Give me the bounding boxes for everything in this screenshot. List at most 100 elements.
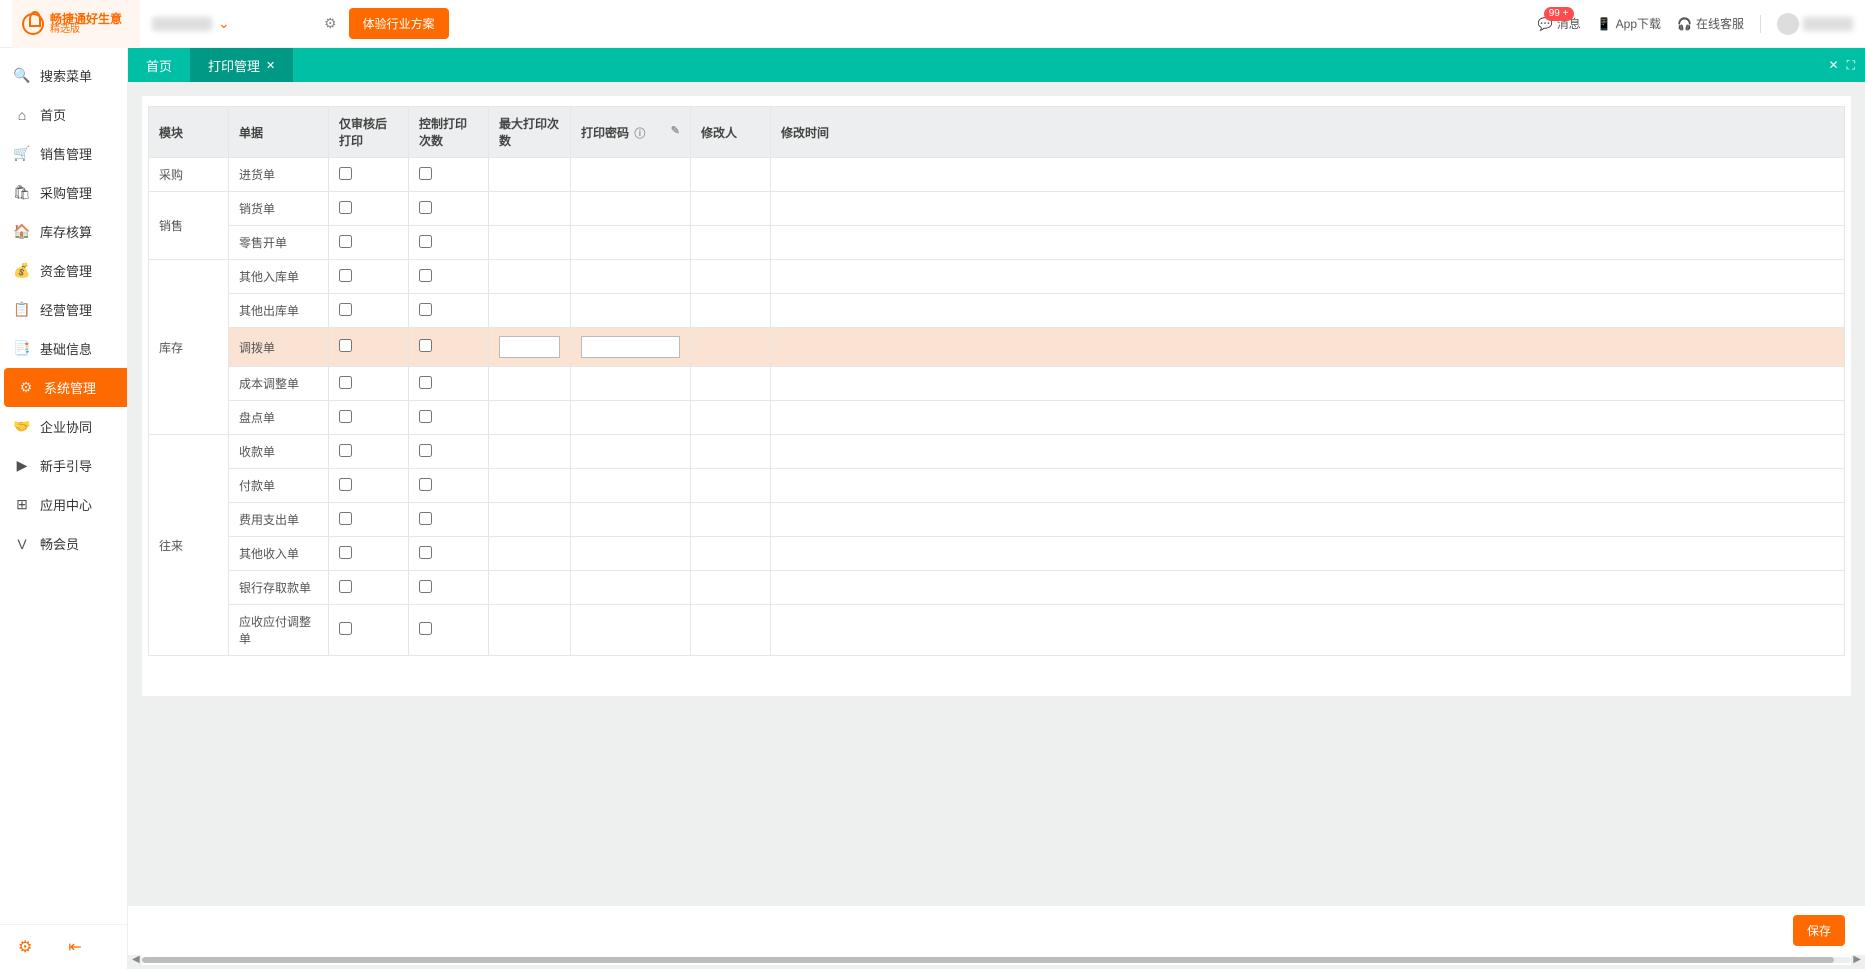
ctrl-count-checkbox[interactable] [419, 512, 432, 525]
baseinfo-icon: 📑 [14, 341, 30, 357]
user-menu[interactable] [1777, 13, 1853, 35]
chevron-down-icon: ⌄ [218, 15, 230, 32]
print-pwd-cell [571, 328, 691, 367]
max-count-cell [489, 367, 571, 401]
audit-print-checkbox[interactable] [339, 478, 352, 491]
audit-print-cell [329, 571, 409, 605]
audit-print-checkbox[interactable] [339, 339, 352, 352]
edit-icon[interactable]: ✎ [671, 124, 680, 137]
close-all-icon[interactable]: ✕ [1829, 58, 1839, 72]
ctrl-count-checkbox[interactable] [419, 303, 432, 316]
sidebar-item-collab[interactable]: 🤝企业协同 [0, 407, 127, 446]
scroll-thumb[interactable] [142, 957, 1834, 963]
print-pwd-cell [571, 294, 691, 328]
audit-print-checkbox[interactable] [339, 235, 352, 248]
max-count-input[interactable] [499, 336, 560, 358]
doc-cell: 费用支出单 [229, 503, 329, 537]
gear-icon[interactable]: ⚙ [324, 15, 337, 32]
save-button[interactable]: 保存 [1793, 915, 1845, 946]
ctrl-count-cell [409, 192, 489, 226]
ctrl-count-checkbox[interactable] [419, 444, 432, 457]
sidebar-item-label: 搜索菜单 [40, 66, 92, 85]
print-pwd-input[interactable] [581, 336, 680, 358]
ctrl-count-checkbox[interactable] [419, 376, 432, 389]
ctrl-count-checkbox[interactable] [419, 167, 432, 180]
messages-button[interactable]: 💬 99 + 消息 [1538, 15, 1581, 32]
sidebar-item-appcenter[interactable]: ⊞应用中心 [0, 485, 127, 524]
ctrl-count-cell [409, 367, 489, 401]
ctrl-count-checkbox[interactable] [419, 478, 432, 491]
ctrl-count-cell [409, 158, 489, 192]
ctrl-count-cell [409, 537, 489, 571]
audit-print-cell [329, 537, 409, 571]
scroll-left-icon[interactable]: ◀ [132, 954, 140, 965]
settings-icon[interactable]: ⚙ [18, 937, 32, 957]
sidebar-item-inventory[interactable]: 🏠库存核算 [0, 212, 127, 251]
audit-print-checkbox[interactable] [339, 622, 352, 635]
ctrl-count-checkbox[interactable] [419, 269, 432, 282]
print-pwd-cell [571, 226, 691, 260]
table-row: 其他出库单 [149, 294, 1845, 328]
body: 🔍搜索菜单⌂首页🛒销售管理🛍采购管理🏠库存核算💰资金管理📋经营管理📑基础信息⚙系… [0, 48, 1865, 969]
sidebar-item-member[interactable]: V畅会员 [0, 524, 127, 563]
ctrl-count-checkbox[interactable] [419, 622, 432, 635]
audit-print-checkbox[interactable] [339, 201, 352, 214]
industry-plan-button[interactable]: 体验行业方案 [349, 8, 449, 39]
sidebar-item-baseinfo[interactable]: 📑基础信息 [0, 329, 127, 368]
audit-print-checkbox[interactable] [339, 167, 352, 180]
audit-print-checkbox[interactable] [339, 410, 352, 423]
ctrl-count-cell [409, 328, 489, 367]
audit-print-cell [329, 294, 409, 328]
audit-print-checkbox[interactable] [339, 376, 352, 389]
collapse-icon[interactable]: ⇤ [68, 937, 81, 957]
horizontal-scrollbar[interactable]: ◀ ▶ [142, 955, 1851, 965]
max-count-cell [489, 226, 571, 260]
tab-首页[interactable]: 首页 [128, 48, 190, 82]
sidebar-item-funds[interactable]: 💰资金管理 [0, 251, 127, 290]
online-service-button[interactable]: 🎧 在线客服 [1677, 15, 1744, 32]
doc-cell: 应收应付调整单 [229, 605, 329, 656]
scroll-right-icon[interactable]: ▶ [1853, 954, 1861, 965]
sidebar-item-system[interactable]: ⚙系统管理 [4, 368, 127, 407]
ctrl-count-cell [409, 503, 489, 537]
audit-print-checkbox[interactable] [339, 512, 352, 525]
col-mod-time: 修改时间 [771, 107, 1845, 158]
tab-打印管理[interactable]: 打印管理✕ [190, 48, 293, 82]
audit-print-checkbox[interactable] [339, 269, 352, 282]
ctrl-count-checkbox[interactable] [419, 339, 432, 352]
modifier-cell [691, 367, 771, 401]
org-selector[interactable]: ⌄ [152, 15, 312, 32]
funds-icon: 💰 [14, 263, 30, 279]
sidebar-item-label: 畅会员 [40, 534, 79, 553]
online-service-label: 在线客服 [1696, 15, 1744, 32]
ctrl-count-cell [409, 226, 489, 260]
sidebar-item-search-menu[interactable]: 🔍搜索菜单 [0, 56, 127, 95]
audit-print-checkbox[interactable] [339, 580, 352, 593]
sidebar-item-guide[interactable]: ▶新手引导 [0, 446, 127, 485]
guide-icon: ▶ [14, 458, 30, 474]
sidebar-item-sales[interactable]: 🛒销售管理 [0, 134, 127, 173]
audit-print-checkbox[interactable] [339, 444, 352, 457]
audit-print-checkbox[interactable] [339, 303, 352, 316]
app-download-button[interactable]: 📱 App下载 [1597, 15, 1661, 32]
ctrl-count-checkbox[interactable] [419, 235, 432, 248]
doc-cell: 其他出库单 [229, 294, 329, 328]
close-icon[interactable]: ✕ [266, 59, 275, 72]
appcenter-icon: ⊞ [14, 497, 30, 513]
system-icon: ⚙ [18, 380, 34, 396]
audit-print-checkbox[interactable] [339, 546, 352, 559]
ctrl-count-checkbox[interactable] [419, 201, 432, 214]
ctrl-count-checkbox[interactable] [419, 546, 432, 559]
sidebar-item-home[interactable]: ⌂首页 [0, 95, 127, 134]
modifier-cell [691, 328, 771, 367]
sidebar-item-label: 采购管理 [40, 183, 92, 202]
ctrl-count-checkbox[interactable] [419, 410, 432, 423]
app-download-label: App下载 [1616, 15, 1661, 32]
sidebar-item-label: 经营管理 [40, 300, 92, 319]
sidebar-item-purchase[interactable]: 🛍采购管理 [0, 173, 127, 212]
fullscreen-icon[interactable]: ⛶ [1847, 58, 1855, 73]
help-icon[interactable]: ⓘ [634, 128, 645, 140]
ctrl-count-checkbox[interactable] [419, 580, 432, 593]
table-row: 往来收款单 [149, 435, 1845, 469]
sidebar-item-operations[interactable]: 📋经营管理 [0, 290, 127, 329]
